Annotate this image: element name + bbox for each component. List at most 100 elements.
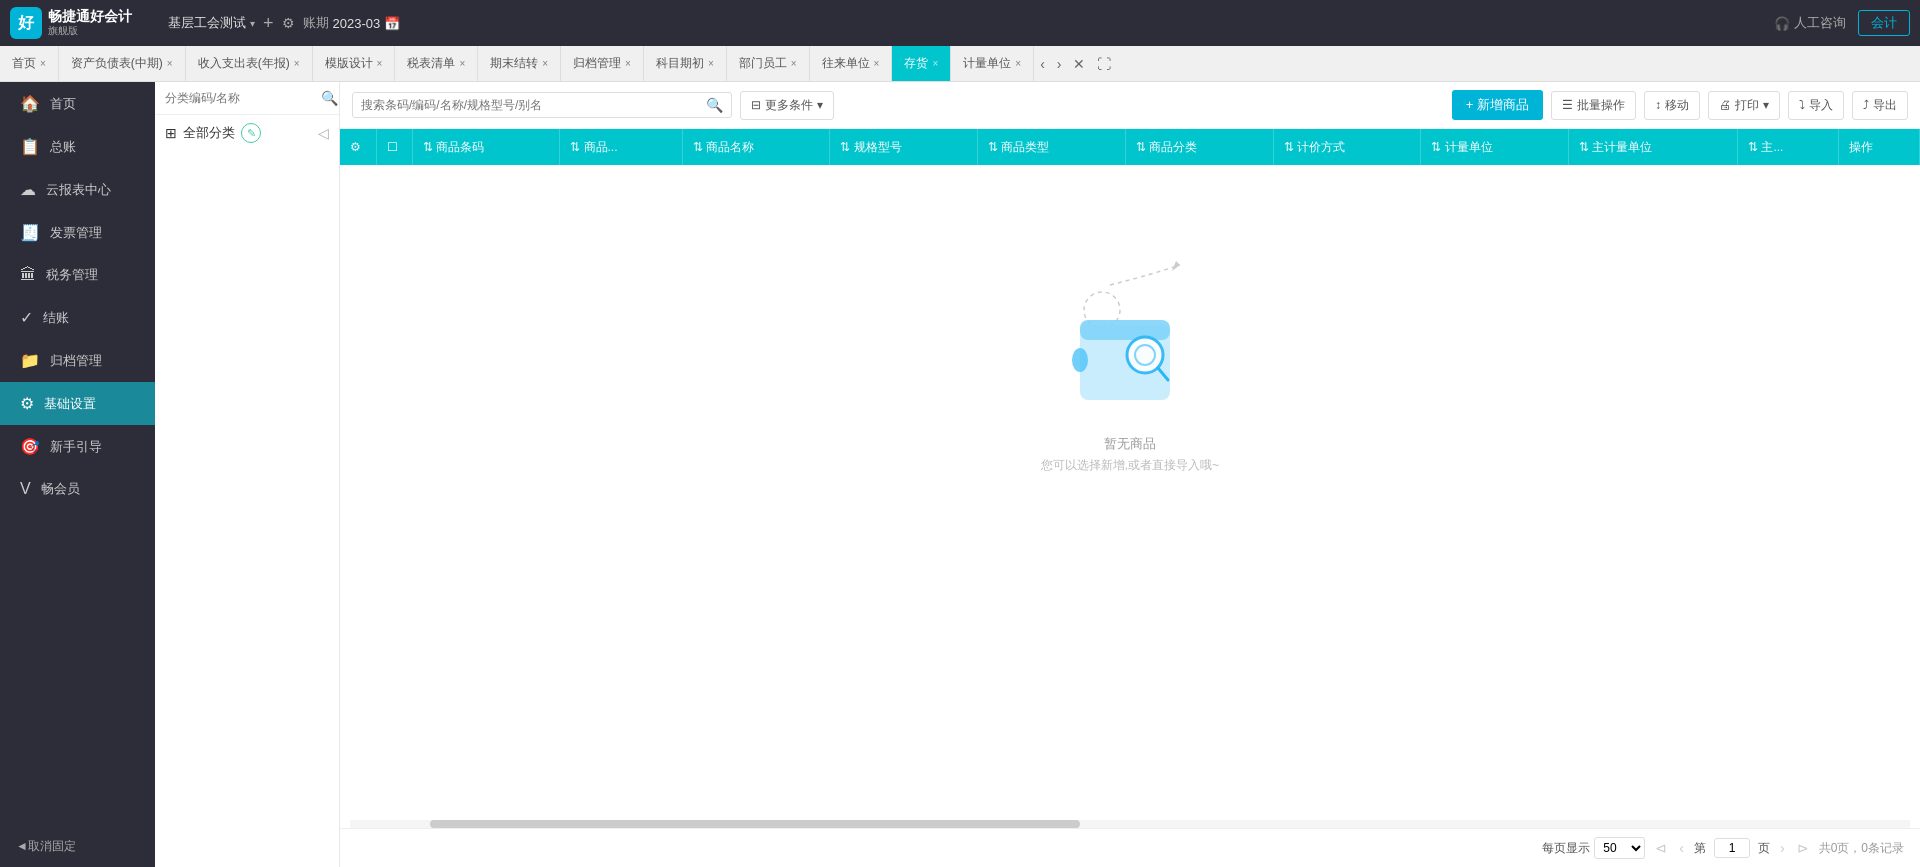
page-number-input[interactable]: [1714, 838, 1750, 858]
toolbar-right: + 新增商品 ☰ 批量操作 ↕ 移动 🖨 打印 ▾: [1452, 90, 1908, 120]
company-dropdown-icon[interactable]: ▾: [250, 18, 255, 29]
service-button[interactable]: 🎧 人工咨询: [1774, 14, 1846, 32]
sidebar-item-guide[interactable]: 🎯 新手引导: [0, 425, 155, 468]
tab-template-label: 模版设计: [325, 55, 373, 72]
sidebar-item-archive[interactable]: 📁 归档管理: [0, 339, 155, 382]
tab-inventory[interactable]: 存货 ×: [892, 46, 951, 82]
tab-contacts[interactable]: 往来单位 ×: [810, 46, 893, 82]
tab-income[interactable]: 收入支出表(年报) ×: [186, 46, 313, 82]
batch-icon: ☰: [1562, 98, 1573, 112]
right-panel: 🔍 ⊟ 更多条件 ▾ + 新增商品 ☰ 批量操作: [340, 82, 1920, 867]
all-categories-item[interactable]: ⊞ 全部分类 ✎ ◁: [155, 115, 339, 151]
tab-inventory-close[interactable]: ×: [932, 58, 938, 69]
sidebar-item-ledger[interactable]: 📋 总账: [0, 125, 155, 168]
filter-chevron-icon: ▾: [817, 98, 823, 112]
archive-icon: 📁: [20, 351, 40, 370]
print-button[interactable]: 🖨 打印 ▾: [1708, 91, 1780, 120]
tab-subject[interactable]: 科目期初 ×: [644, 46, 727, 82]
edit-category-icon[interactable]: ✎: [241, 123, 261, 143]
th-barcode[interactable]: ⇅ 商品条码: [412, 129, 560, 165]
horizontal-scrollbar[interactable]: [350, 820, 1910, 828]
sidebar-item-tax[interactable]: 🏛 税务管理: [0, 254, 155, 296]
tab-prev-button[interactable]: ‹: [1034, 46, 1051, 82]
move-button[interactable]: ↕ 移动: [1644, 91, 1700, 120]
collapse-left-panel-button[interactable]: ◁: [318, 125, 329, 141]
scroll-thumb[interactable]: [430, 820, 1080, 828]
tab-period-end-label: 期末结转: [490, 55, 538, 72]
main-search-input[interactable]: [361, 98, 700, 112]
per-page-select[interactable]: 50 100 200: [1594, 837, 1645, 859]
tab-unit-close[interactable]: ×: [1015, 58, 1021, 69]
tab-period-end-close[interactable]: ×: [542, 58, 548, 69]
main-search-icon[interactable]: 🔍: [706, 97, 723, 113]
th-checkbox[interactable]: ☐: [376, 129, 412, 165]
svg-marker-0: [1172, 261, 1180, 271]
logo-area: 好 畅捷通好会计 旗舰版: [10, 7, 160, 39]
th-code[interactable]: ⇅ 商品...: [560, 129, 683, 165]
first-page-button[interactable]: ⊲: [1653, 840, 1669, 856]
th-settings[interactable]: ⚙: [340, 129, 376, 165]
th-main-unit[interactable]: ⇅ 主计量单位: [1568, 129, 1737, 165]
tab-income-close[interactable]: ×: [294, 58, 300, 69]
tab-home[interactable]: 首页 ×: [0, 46, 59, 82]
last-page-button[interactable]: ⊳: [1795, 840, 1811, 856]
th-type[interactable]: ⇅ 商品类型: [978, 129, 1126, 165]
import-button[interactable]: ⤵ 导入: [1788, 91, 1844, 120]
calendar-icon[interactable]: 📅: [384, 16, 400, 31]
tab-dept[interactable]: 部门员工 ×: [727, 46, 810, 82]
tab-balance-sheet[interactable]: 资产负债表(中期) ×: [59, 46, 186, 82]
tab-contacts-close[interactable]: ×: [874, 58, 880, 69]
th-price-method[interactable]: ⇅ 计价方式: [1273, 129, 1421, 165]
account-button[interactable]: 会计: [1858, 10, 1910, 36]
tab-unit[interactable]: 计量单位 ×: [951, 46, 1034, 82]
company-name: 基层工会测试: [168, 14, 246, 32]
next-page-button[interactable]: ›: [1778, 840, 1787, 856]
sidebar-item-invoice[interactable]: 🧾 发票管理: [0, 211, 155, 254]
export-label: 导出: [1873, 97, 1897, 114]
sidebar-item-cloud-reports[interactable]: ☁ 云报表中心: [0, 168, 155, 211]
settings-button[interactable]: ⚙: [282, 15, 295, 31]
tab-archive[interactable]: 归档管理 ×: [561, 46, 644, 82]
prev-page-button[interactable]: ‹: [1677, 840, 1686, 856]
empty-state: 暂无商品 您可以选择新增,或者直接导入哦~: [340, 165, 1920, 554]
tab-tax-close[interactable]: ×: [459, 58, 465, 69]
sidebar-item-basic-settings[interactable]: ⚙ 基础设置: [0, 382, 155, 425]
batch-operation-button[interactable]: ☰ 批量操作: [1551, 91, 1636, 120]
tab-dept-close[interactable]: ×: [791, 58, 797, 69]
add-product-button[interactable]: + 新增商品: [1452, 90, 1543, 120]
th-name[interactable]: ⇅ 商品名称: [682, 129, 830, 165]
tab-template-close[interactable]: ×: [377, 58, 383, 69]
th-actions: 操作: [1839, 129, 1920, 165]
th-main-sub[interactable]: ⇅ 主...: [1738, 129, 1839, 165]
header-company[interactable]: 基层工会测试 ▾: [168, 14, 255, 32]
tab-template[interactable]: 模版设计 ×: [313, 46, 396, 82]
tab-expand-button[interactable]: ⛶: [1091, 46, 1117, 82]
filter-icon: ⊟: [751, 98, 761, 112]
th-spec[interactable]: ⇅ 规格型号: [830, 129, 978, 165]
tab-balance-close[interactable]: ×: [167, 58, 173, 69]
category-search-icon[interactable]: 🔍: [321, 90, 338, 106]
th-category[interactable]: ⇅ 商品分类: [1125, 129, 1273, 165]
add-tab-button[interactable]: +: [263, 13, 274, 34]
sidebar-item-home[interactable]: 🏠 首页: [0, 82, 155, 125]
tab-subject-close[interactable]: ×: [708, 58, 714, 69]
empty-illustration: [1050, 255, 1210, 415]
tab-tax[interactable]: 税表清单 ×: [395, 46, 478, 82]
sidebar-item-close[interactable]: ✓ 结账: [0, 296, 155, 339]
tab-next-button[interactable]: ›: [1051, 46, 1068, 82]
tab-home-close[interactable]: ×: [40, 58, 46, 69]
period-label: 账期: [303, 14, 329, 32]
tax-icon: 🏛: [20, 266, 36, 284]
tab-archive-close[interactable]: ×: [625, 58, 631, 69]
export-button[interactable]: ⤴ 导出: [1852, 91, 1908, 120]
tab-close-all-button[interactable]: ✕: [1067, 46, 1091, 82]
tab-period-end[interactable]: 期末结转 ×: [478, 46, 561, 82]
sidebar-item-member[interactable]: V 畅会员: [0, 468, 155, 510]
per-page-label: 每页显示: [1542, 840, 1590, 857]
category-search-input[interactable]: [165, 91, 315, 105]
sidebar-unpin-button[interactable]: ◄取消固定: [0, 826, 155, 867]
th-unit[interactable]: ⇅ 计量单位: [1421, 129, 1569, 165]
tab-income-label: 收入支出表(年报): [198, 55, 290, 72]
more-filter-button[interactable]: ⊟ 更多条件 ▾: [740, 91, 834, 120]
move-icon: ↕: [1655, 98, 1661, 112]
